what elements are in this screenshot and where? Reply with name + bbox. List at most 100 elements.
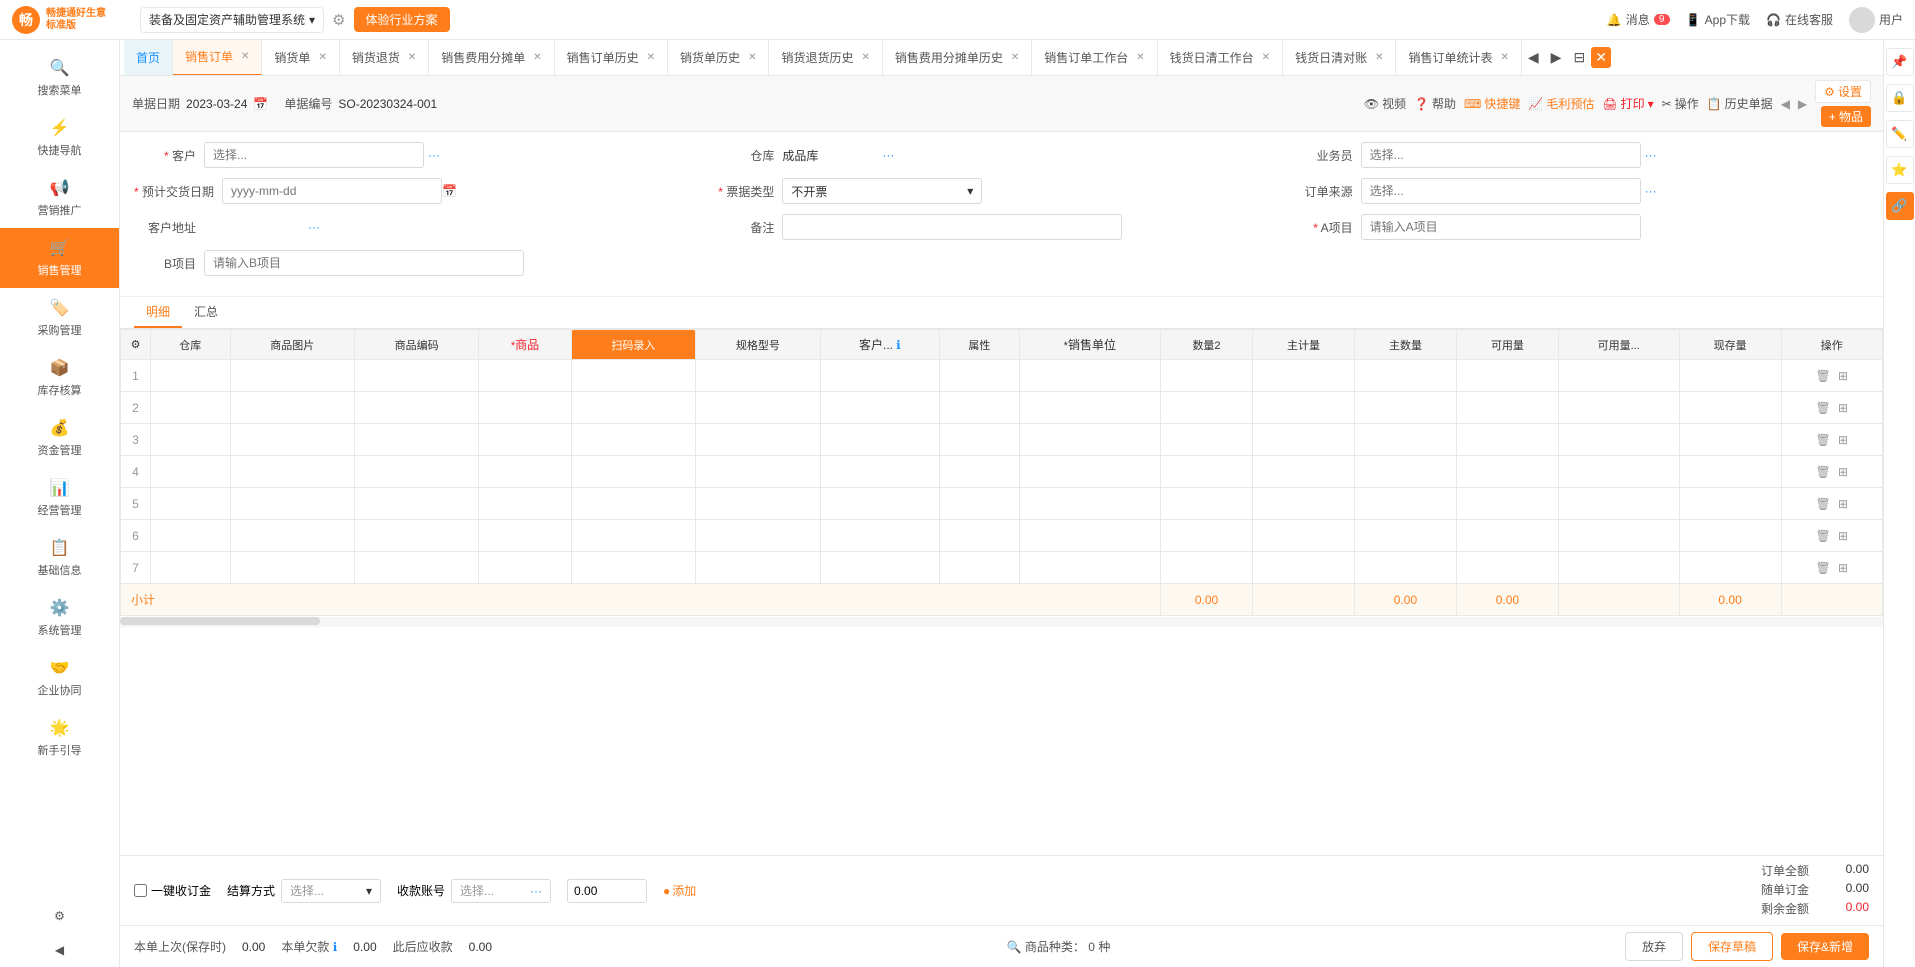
copy-icon-1[interactable]: ⊞ <box>1838 369 1848 383</box>
tab-stats[interactable]: 销售订单统计表 ✕ <box>1396 40 1521 76</box>
row-product-image-6[interactable] <box>230 520 354 552</box>
row-unit-3[interactable] <box>1019 424 1160 456</box>
tab-expense-split[interactable]: 销售费用分摊单 ✕ <box>429 40 554 76</box>
row-scan-2[interactable] <box>571 392 695 424</box>
row-product-code-4[interactable] <box>354 456 478 488</box>
row-current-qty-2[interactable] <box>1679 392 1781 424</box>
row-customer-spec-7[interactable] <box>820 552 940 584</box>
row-spec-7[interactable] <box>696 552 820 584</box>
row-main-qty-3[interactable] <box>1354 424 1456 456</box>
add-payment-button[interactable]: ● 添加 <box>663 882 696 899</box>
row-qty2-5[interactable] <box>1160 488 1252 520</box>
staff-ellipsis[interactable]: ··· <box>1641 148 1661 162</box>
tab-return-history[interactable]: 销货单历史 ✕ <box>668 40 769 76</box>
tab-close-stats[interactable]: ✕ <box>1501 52 1509 63</box>
one-click-checkbox-input[interactable] <box>134 884 147 897</box>
row-available-qty2-1[interactable] <box>1558 360 1679 392</box>
row-unit-7[interactable] <box>1019 552 1160 584</box>
copy-icon-5[interactable]: ⊞ <box>1838 497 1848 511</box>
row-attribute-2[interactable] <box>940 392 1020 424</box>
tab-nav-right[interactable]: ▶ <box>1545 49 1568 66</box>
row-attribute-4[interactable] <box>940 456 1020 488</box>
nav-arrow-right[interactable]: ▶ <box>1798 97 1807 111</box>
right-link-icon[interactable]: 🔗 <box>1886 192 1914 220</box>
row-product-7[interactable] <box>479 552 571 584</box>
row-warehouse-6[interactable] <box>151 520 231 552</box>
row-customer-spec-5[interactable] <box>820 488 940 520</box>
sidebar-settings[interactable]: ⚙ <box>0 899 119 933</box>
row-spec-1[interactable] <box>696 360 820 392</box>
payment-amount-input[interactable] <box>567 879 647 903</box>
tab-reconcile[interactable]: 钱货日清对账 ✕ <box>1283 40 1396 76</box>
sidebar-item-basic-info[interactable]: 📋 基础信息 <box>0 528 119 588</box>
sidebar-item-inventory[interactable]: 📦 库存核算 <box>0 348 119 408</box>
row-current-qty-5[interactable] <box>1679 488 1781 520</box>
col-settings[interactable]: ⚙ <box>121 330 151 360</box>
row-product-image-3[interactable] <box>230 424 354 456</box>
tab-close-sales-order[interactable]: ✕ <box>241 51 249 62</box>
delete-icon-3[interactable]: 🗑 <box>1815 433 1830 447</box>
tab-return-goods-history[interactable]: 销货退货历史 ✕ <box>769 40 882 76</box>
tab-close-reconcile[interactable]: ✕ <box>1375 52 1383 63</box>
row-available-qty-3[interactable] <box>1456 424 1558 456</box>
row-current-qty-4[interactable] <box>1679 456 1781 488</box>
right-pin-icon[interactable]: 📌 <box>1886 48 1914 76</box>
profit-btn[interactable]: 📈 毛利预估 <box>1528 95 1594 112</box>
app-download[interactable]: 📱 App下载 <box>1686 11 1750 28</box>
sidebar-collapse[interactable]: ◀ <box>0 933 119 967</box>
delete-icon-5[interactable]: 🗑 <box>1815 497 1830 511</box>
row-attribute-7[interactable] <box>940 552 1020 584</box>
copy-icon-4[interactable]: ⊞ <box>1838 465 1848 479</box>
tab-close-return-goods[interactable]: ✕ <box>408 52 416 63</box>
detail-tab-summary[interactable]: 汇总 <box>182 297 230 328</box>
delete-icon-6[interactable]: 🗑 <box>1815 529 1830 543</box>
row-available-qty2-3[interactable] <box>1558 424 1679 456</box>
tab-cash-daily[interactable]: 钱货日清工作台 ✕ <box>1158 40 1283 76</box>
row-available-qty2-7[interactable] <box>1558 552 1679 584</box>
row-main-unit-4[interactable] <box>1253 456 1355 488</box>
right-edit-icon[interactable]: ✏️ <box>1886 120 1914 148</box>
tab-expense-history[interactable]: 销售费用分摊单历史 ✕ <box>883 40 1032 76</box>
solution-button[interactable]: 体验行业方案 <box>354 7 450 32</box>
row-customer-spec-1[interactable] <box>820 360 940 392</box>
tab-order-history[interactable]: 销售订单历史 ✕ <box>555 40 668 76</box>
row-product-code-6[interactable] <box>354 520 478 552</box>
tab-close-expense-split[interactable]: ✕ <box>533 52 541 63</box>
row-scan-1[interactable] <box>571 360 695 392</box>
payment-method-select[interactable]: 选择... ▾ <box>281 879 381 903</box>
row-product-code-1[interactable] <box>354 360 478 392</box>
row-product-code-3[interactable] <box>354 424 478 456</box>
row-main-unit-2[interactable] <box>1253 392 1355 424</box>
row-qty2-4[interactable] <box>1160 456 1252 488</box>
row-warehouse-7[interactable] <box>151 552 231 584</box>
row-main-qty-7[interactable] <box>1354 552 1456 584</box>
row-product-code-5[interactable] <box>354 488 478 520</box>
sidebar-item-operations[interactable]: 📊 经营管理 <box>0 468 119 528</box>
row-available-qty2-5[interactable] <box>1558 488 1679 520</box>
row-qty2-3[interactable] <box>1160 424 1252 456</box>
row-warehouse-2[interactable] <box>151 392 231 424</box>
row-product-image-2[interactable] <box>230 392 354 424</box>
tab-home[interactable]: 首页 <box>124 40 173 76</box>
row-action-1[interactable]: 🗑 ⊞ <box>1781 360 1882 392</box>
save-new-button[interactable]: 保存&新增 <box>1781 933 1869 960</box>
b-project-input[interactable] <box>204 250 524 276</box>
tab-close-cash-daily[interactable]: ✕ <box>1262 52 1270 63</box>
row-main-qty-5[interactable] <box>1354 488 1456 520</box>
row-available-qty-7[interactable] <box>1456 552 1558 584</box>
online-service[interactable]: 🎧 在线客服 <box>1766 11 1833 28</box>
delete-icon-1[interactable]: 🗑 <box>1815 369 1830 383</box>
tab-nav-close-all[interactable]: ✕ <box>1591 47 1611 68</box>
row-warehouse-4[interactable] <box>151 456 231 488</box>
right-star-icon[interactable]: ⭐ <box>1886 156 1914 184</box>
row-product-image-4[interactable] <box>230 456 354 488</box>
row-unit-5[interactable] <box>1019 488 1160 520</box>
row-scan-6[interactable] <box>571 520 695 552</box>
tab-close-order-workbench[interactable]: ✕ <box>1136 52 1144 63</box>
copy-icon-2[interactable]: ⊞ <box>1838 401 1848 415</box>
help-btn[interactable]: ❓ 帮助 <box>1414 95 1456 112</box>
system-title[interactable]: 装备及固定资产辅助管理系统 ▾ <box>140 7 324 33</box>
row-current-qty-1[interactable] <box>1679 360 1781 392</box>
row-unit-4[interactable] <box>1019 456 1160 488</box>
user-area[interactable]: 用户 <box>1849 7 1903 33</box>
